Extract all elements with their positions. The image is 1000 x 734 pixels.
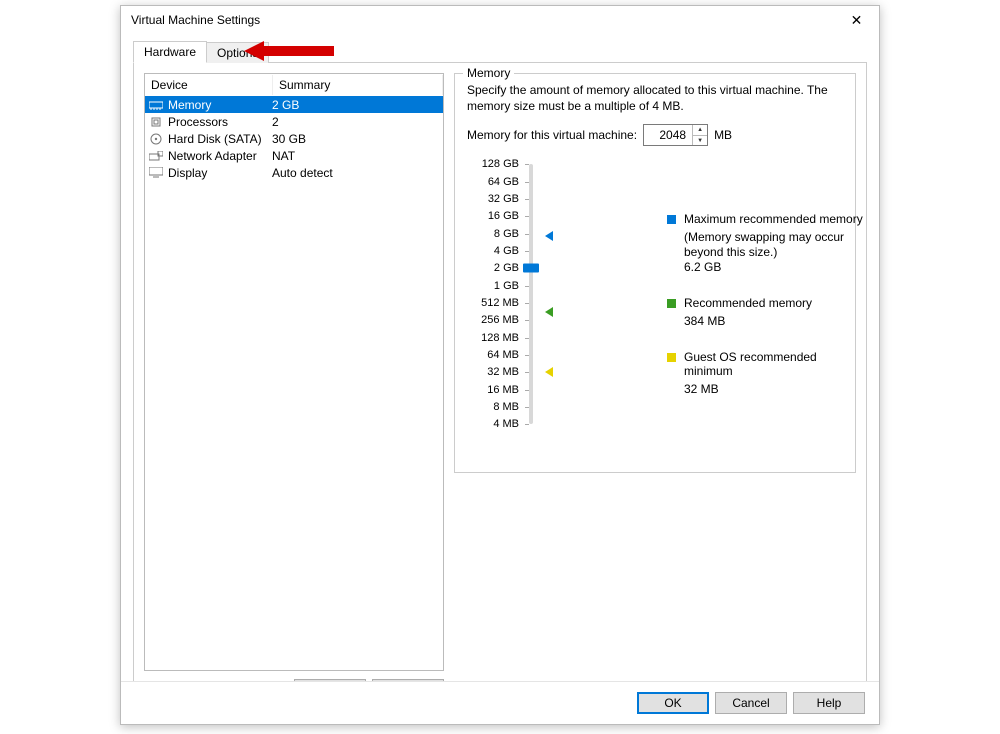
tab-strip: Hardware Options [133, 40, 867, 62]
slider-tick-label: 4 GB [494, 245, 519, 257]
slider-tick-label: 32 GB [488, 193, 519, 205]
device-summary: 2 GB [272, 98, 440, 112]
rec-marker-icon [545, 307, 553, 317]
disk-icon [148, 132, 164, 146]
device-summary: Auto detect [272, 166, 440, 180]
cancel-button[interactable]: Cancel [715, 692, 787, 714]
device-name: Hard Disk (SATA) [168, 132, 272, 146]
device-summary: 30 GB [272, 132, 440, 146]
window-body: Hardware Options Device Summary [121, 34, 879, 718]
device-rows: Memory 2 GB Processors 2 Hard Disk (SATA… [145, 96, 443, 181]
legend-max-label: Maximum recommended memory [684, 212, 863, 226]
device-row[interactable]: Hard Disk (SATA) 30 GB [145, 130, 443, 147]
slider-tick-label: 128 MB [481, 332, 519, 344]
memory-slider-area: 128 GB64 GB32 GB16 GB8 GB4 GB2 GB1 GB512… [467, 164, 843, 444]
memory-legend: Maximum recommended memory (Memory swapp… [667, 212, 867, 396]
device-row[interactable]: Network Adapter NAT [145, 147, 443, 164]
max-marker-icon [545, 231, 553, 241]
device-row[interactable]: Processors 2 [145, 113, 443, 130]
slider-tick-label: 8 GB [494, 228, 519, 240]
legend-rec: Recommended memory [667, 296, 867, 310]
slider-tick-label: 16 MB [487, 384, 519, 396]
cpu-icon [148, 115, 164, 129]
display-icon [148, 166, 164, 180]
legend-rec-swatch [667, 299, 676, 308]
ok-button[interactable]: OK [637, 692, 709, 714]
legend-min-swatch [667, 353, 676, 362]
close-icon[interactable]: ✕ [834, 6, 879, 34]
spin-buttons: ▲ ▼ [692, 125, 707, 145]
legend-max: Maximum recommended memory [667, 212, 867, 226]
device-row[interactable]: Display Auto detect [145, 164, 443, 181]
window-title: Virtual Machine Settings [131, 13, 260, 27]
slider-tick-label: 16 GB [488, 210, 519, 222]
slider-tick-label: 256 MB [481, 314, 519, 326]
slider-tick-label: 32 MB [487, 366, 519, 378]
slider-tick-label: 64 MB [487, 349, 519, 361]
device-summary: 2 [272, 115, 440, 129]
device-list-headers: Device Summary [145, 74, 443, 96]
slider-tick-label: 512 MB [481, 297, 519, 309]
memory-title: Memory [463, 66, 514, 80]
memory-spinbox[interactable]: ▲ ▼ [643, 124, 708, 146]
device-row[interactable]: Memory 2 GB [145, 96, 443, 113]
device-panel: Device Summary Memory 2 GB Proces [144, 73, 444, 701]
tab-hardware[interactable]: Hardware [133, 41, 207, 63]
network-icon [148, 149, 164, 163]
slider-tick-label: 4 MB [493, 418, 519, 430]
memory-slider-track[interactable] [529, 164, 533, 424]
column-device[interactable]: Device [145, 75, 273, 95]
device-name: Network Adapter [168, 149, 272, 163]
slider-tick-label: 8 MB [493, 401, 519, 413]
device-name: Memory [168, 98, 272, 112]
dialog-button-bar: OK Cancel Help [121, 681, 879, 724]
device-summary: NAT [272, 149, 440, 163]
legend-max-value: 6.2 GB [684, 260, 867, 274]
device-list[interactable]: Device Summary Memory 2 GB Proces [144, 73, 444, 671]
memory-input-row: Memory for this virtual machine: ▲ ▼ MB [467, 124, 843, 146]
slider-tick-label: 128 GB [482, 158, 519, 170]
device-name: Display [168, 166, 272, 180]
slider-tick-label: 2 GB [494, 262, 519, 274]
help-button[interactable]: Help [793, 692, 865, 714]
memory-icon [148, 98, 164, 112]
legend-rec-value: 384 MB [684, 314, 867, 328]
legend-max-sub: (Memory swapping may occur beyond this s… [684, 230, 867, 260]
tab-pane: Device Summary Memory 2 GB Proces [133, 62, 867, 712]
memory-unit: MB [714, 128, 732, 142]
slider-tick-label: 64 GB [488, 176, 519, 188]
memory-description: Specify the amount of memory allocated t… [467, 82, 843, 114]
memory-slider-handle[interactable] [523, 264, 539, 273]
tab-options[interactable]: Options [206, 42, 269, 63]
device-name: Processors [168, 115, 272, 129]
min-marker-icon [545, 367, 553, 377]
spin-up-icon[interactable]: ▲ [693, 125, 707, 136]
legend-min-value: 32 MB [684, 382, 867, 396]
memory-panel: Memory Specify the amount of memory allo… [454, 73, 856, 473]
column-summary[interactable]: Summary [273, 75, 443, 95]
settings-window: Virtual Machine Settings ✕ Hardware Opti… [120, 5, 880, 725]
window-titlebar: Virtual Machine Settings ✕ [121, 6, 879, 34]
legend-rec-label: Recommended memory [684, 296, 812, 310]
memory-value-input[interactable] [644, 125, 692, 145]
legend-max-swatch [667, 215, 676, 224]
legend-min-label: Guest OS recommended minimum [684, 350, 867, 378]
spin-down-icon[interactable]: ▼ [693, 136, 707, 146]
memory-input-label: Memory for this virtual machine: [467, 128, 637, 142]
legend-min: Guest OS recommended minimum [667, 350, 867, 378]
slider-tick-label: 1 GB [494, 280, 519, 292]
